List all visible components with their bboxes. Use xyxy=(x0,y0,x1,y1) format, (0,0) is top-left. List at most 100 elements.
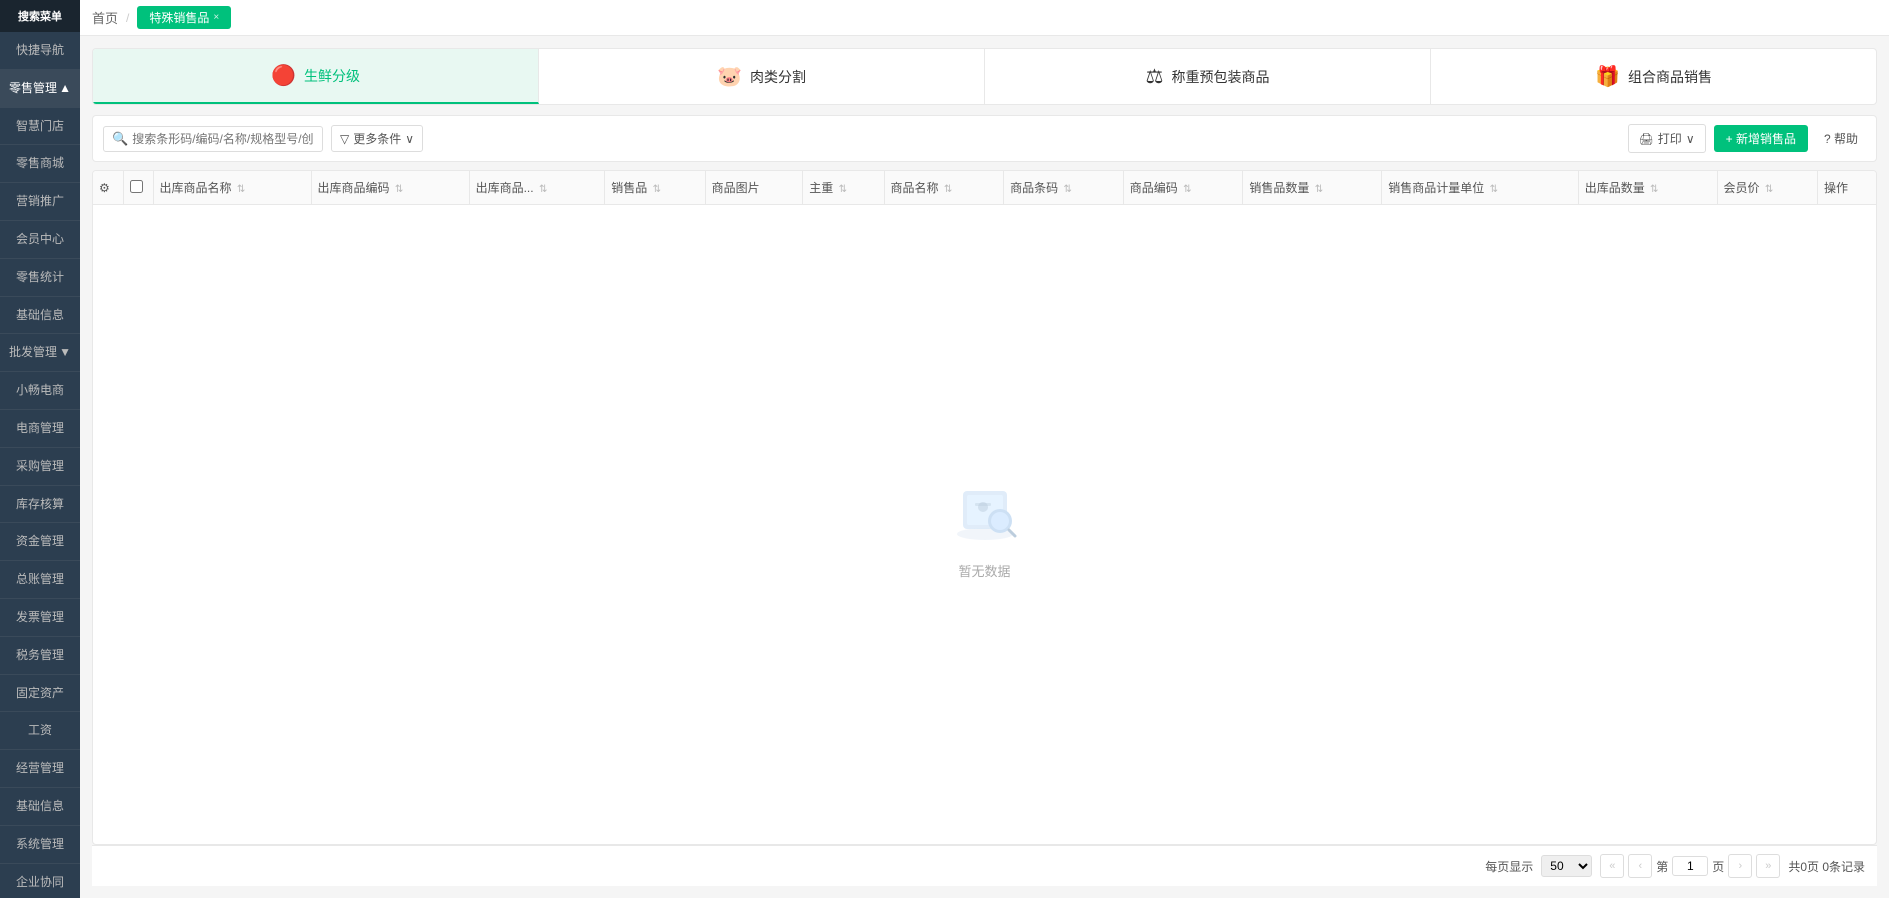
col-out-product-x[interactable]: 出库商品... ⇅ xyxy=(469,171,605,205)
sidebar-item-purchase-mgmt[interactable]: 采购管理 xyxy=(0,448,80,486)
sidebar-item-smart-store[interactable]: 智慧门店 xyxy=(0,108,80,146)
filter-button[interactable]: ▽ 更多条件 ∨ xyxy=(331,125,423,152)
meat-cut-icon: 🐷 xyxy=(717,64,742,89)
sidebar-item-mini-ecom[interactable]: 小畅电商 xyxy=(0,372,80,410)
page-suffix: 页 xyxy=(1712,858,1724,875)
col-operation: 操作 xyxy=(1817,171,1876,205)
empty-state-icon xyxy=(945,469,1025,549)
search-box[interactable]: 🔍 xyxy=(103,126,323,152)
sidebar-item-member-center[interactable]: 会员中心 xyxy=(0,221,80,259)
sidebar-logo[interactable]: 搜索菜单 xyxy=(0,0,80,32)
sidebar-item-fund-mgmt[interactable]: 资金管理 xyxy=(0,523,80,561)
sort-icon: ⇅ xyxy=(539,184,547,195)
table-container: ⚙ 出库商品名称 ⇅ 出库商品编码 ⇅ 出库商品... ⇅ xyxy=(92,170,1877,845)
page-content: 🔴 生鲜分级 🐷 肉类分割 ⚖ 称重预包装商品 🎁 组合商品销售 🔍 xyxy=(80,36,1889,898)
fresh-grade-icon: 🔴 xyxy=(271,63,296,88)
tab-meat-cut-label: 肉类分割 xyxy=(750,67,806,87)
col-out-product-code[interactable]: 出库商品编码 ⇅ xyxy=(311,171,469,205)
per-page-label: 每页显示 xyxy=(1485,858,1533,875)
col-product-name[interactable]: 商品名称 ⇅ xyxy=(884,171,1004,205)
sort-icon: ⇅ xyxy=(653,184,661,195)
sidebar-item-basic-info[interactable]: 基础信息 xyxy=(0,297,80,335)
help-button[interactable]: ? 帮助 xyxy=(1816,125,1866,152)
last-page-button[interactable]: » xyxy=(1756,854,1780,878)
help-icon: ? xyxy=(1824,132,1831,146)
sidebar-item-retail-mgmt[interactable]: 零售管理 ▲ xyxy=(0,70,80,108)
sort-icon: ⇅ xyxy=(1315,184,1323,195)
col-main-weight[interactable]: 主重 ⇅ xyxy=(803,171,884,205)
tab-weigh-pack[interactable]: ⚖ 称重预包装商品 xyxy=(985,49,1431,104)
print-button[interactable]: 🖨 打印 ∨ xyxy=(1628,124,1706,153)
sidebar-item-corp-collab[interactable]: 企业协同 xyxy=(0,864,80,898)
total-text: 共0页 0条记录 xyxy=(1788,858,1865,875)
print-icon: 🖨 xyxy=(1639,132,1654,146)
col-product-image: 商品图片 xyxy=(705,171,803,205)
combo-sale-icon: 🎁 xyxy=(1595,64,1620,89)
sidebar-item-sys-mgmt[interactable]: 系统管理 xyxy=(0,826,80,864)
breadcrumb-separator: / xyxy=(126,11,129,25)
select-all-checkbox[interactable] xyxy=(130,180,143,193)
category-tabs: 🔴 生鲜分级 🐷 肉类分割 ⚖ 称重预包装商品 🎁 组合商品销售 xyxy=(92,48,1877,105)
pagination-nav: « ‹ 第 页 › » xyxy=(1600,854,1780,878)
col-out-product-name[interactable]: 出库商品名称 ⇅ xyxy=(153,171,311,205)
weigh-pack-icon: ⚖ xyxy=(1146,64,1164,89)
col-sales-unit[interactable]: 销售商品计量单位 ⇅ xyxy=(1382,171,1578,205)
sidebar-item-quick-nav[interactable]: 快捷导航 xyxy=(0,32,80,70)
sort-icon: ⇅ xyxy=(1064,184,1072,195)
table-header-row: ⚙ 出库商品名称 ⇅ 出库商品编码 ⇅ 出库商品... ⇅ xyxy=(93,171,1876,205)
topbar: 首页 / 特殊销售品 × xyxy=(80,0,1889,36)
sort-icon: ⇅ xyxy=(1183,184,1191,195)
col-product-barcode[interactable]: 商品条码 ⇅ xyxy=(1004,171,1124,205)
search-input[interactable] xyxy=(132,132,314,146)
next-page-button[interactable]: › xyxy=(1728,854,1752,878)
new-product-button[interactable]: + 新增销售品 xyxy=(1714,125,1808,152)
toolbar-right: 🖨 打印 ∨ + 新增销售品 ? 帮助 xyxy=(1628,124,1866,153)
prev-page-button[interactable]: ‹ xyxy=(1628,854,1652,878)
col-product-code[interactable]: 商品编码 ⇅ xyxy=(1123,171,1243,205)
toolbar: 🔍 ▽ 更多条件 ∨ 🖨 打印 ∨ + 新增销售品 ? 帮助 xyxy=(92,115,1877,162)
empty-state: 暂无数据 xyxy=(93,205,1876,844)
toolbar-left: 🔍 ▽ 更多条件 ∨ xyxy=(103,125,423,152)
per-page-select[interactable]: 50 10 20 100 xyxy=(1541,855,1592,877)
col-member-price[interactable]: 会员价 ⇅ xyxy=(1717,171,1817,205)
sidebar-item-retail-mall[interactable]: 零售商城 xyxy=(0,145,80,183)
tab-weigh-pack-label: 称重预包装商品 xyxy=(1171,67,1269,87)
col-out-qty[interactable]: 出库品数量 ⇅ xyxy=(1578,171,1717,205)
tab-combo-sale-label: 组合商品销售 xyxy=(1628,67,1712,87)
col-settings[interactable]: ⚙ xyxy=(93,171,123,205)
help-label: 帮助 xyxy=(1834,132,1858,146)
sidebar-item-ecom-mgmt[interactable]: 电商管理 xyxy=(0,410,80,448)
sidebar-item-fixed-assets[interactable]: 固定资产 xyxy=(0,675,80,713)
tab-combo-sale[interactable]: 🎁 组合商品销售 xyxy=(1431,49,1876,104)
page-input[interactable] xyxy=(1672,856,1708,876)
print-chevron-icon: ∨ xyxy=(1686,132,1695,146)
sidebar-item-general-ledger[interactable]: 总账管理 xyxy=(0,561,80,599)
sidebar-item-tax-mgmt[interactable]: 税务管理 xyxy=(0,637,80,675)
empty-text: 暂无数据 xyxy=(958,561,1010,580)
sidebar-item-payroll[interactable]: 工资 xyxy=(0,712,80,750)
sort-icon: ⇅ xyxy=(1490,184,1498,195)
col-sales-qty[interactable]: 销售品数量 ⇅ xyxy=(1243,171,1382,205)
tab-meat-cut[interactable]: 🐷 肉类分割 xyxy=(539,49,985,104)
close-icon[interactable]: × xyxy=(213,12,219,23)
sidebar-item-sales-promo[interactable]: 营销推广 xyxy=(0,183,80,221)
sidebar: 搜索菜单 快捷导航 零售管理 ▲ 智慧门店 零售商城 营销推广 会员中心 零售统… xyxy=(0,0,80,898)
sidebar-item-basic-info2[interactable]: 基础信息 xyxy=(0,788,80,826)
sidebar-item-ops-mgmt[interactable]: 经营管理 xyxy=(0,750,80,788)
col-checkbox[interactable] xyxy=(123,171,153,205)
first-page-button[interactable]: « xyxy=(1600,854,1624,878)
main-content: 首页 / 特殊销售品 × 🔴 生鲜分级 🐷 肉类分割 ⚖ 称重预包装商品 🎁 xyxy=(80,0,1889,898)
sidebar-item-wholesale-mgmt[interactable]: 批发管理 ▼ xyxy=(0,334,80,372)
sidebar-item-inventory[interactable]: 库存核算 xyxy=(0,486,80,524)
col-sales-item[interactable]: 销售品 ⇅ xyxy=(605,171,705,205)
breadcrumb-home[interactable]: 首页 xyxy=(92,8,118,27)
sort-icon: ⇅ xyxy=(237,184,245,195)
print-label: 打印 xyxy=(1658,130,1682,147)
sidebar-item-retail-stats[interactable]: 零售统计 xyxy=(0,259,80,297)
sort-icon: ⇅ xyxy=(1650,184,1658,195)
sort-icon: ⇅ xyxy=(1765,184,1773,195)
sidebar-item-invoice-mgmt[interactable]: 发票管理 xyxy=(0,599,80,637)
active-tab-badge[interactable]: 特殊销售品 × xyxy=(137,6,231,29)
tab-fresh-grade-label: 生鲜分级 xyxy=(304,66,360,86)
tab-fresh-grade[interactable]: 🔴 生鲜分级 xyxy=(93,49,539,104)
